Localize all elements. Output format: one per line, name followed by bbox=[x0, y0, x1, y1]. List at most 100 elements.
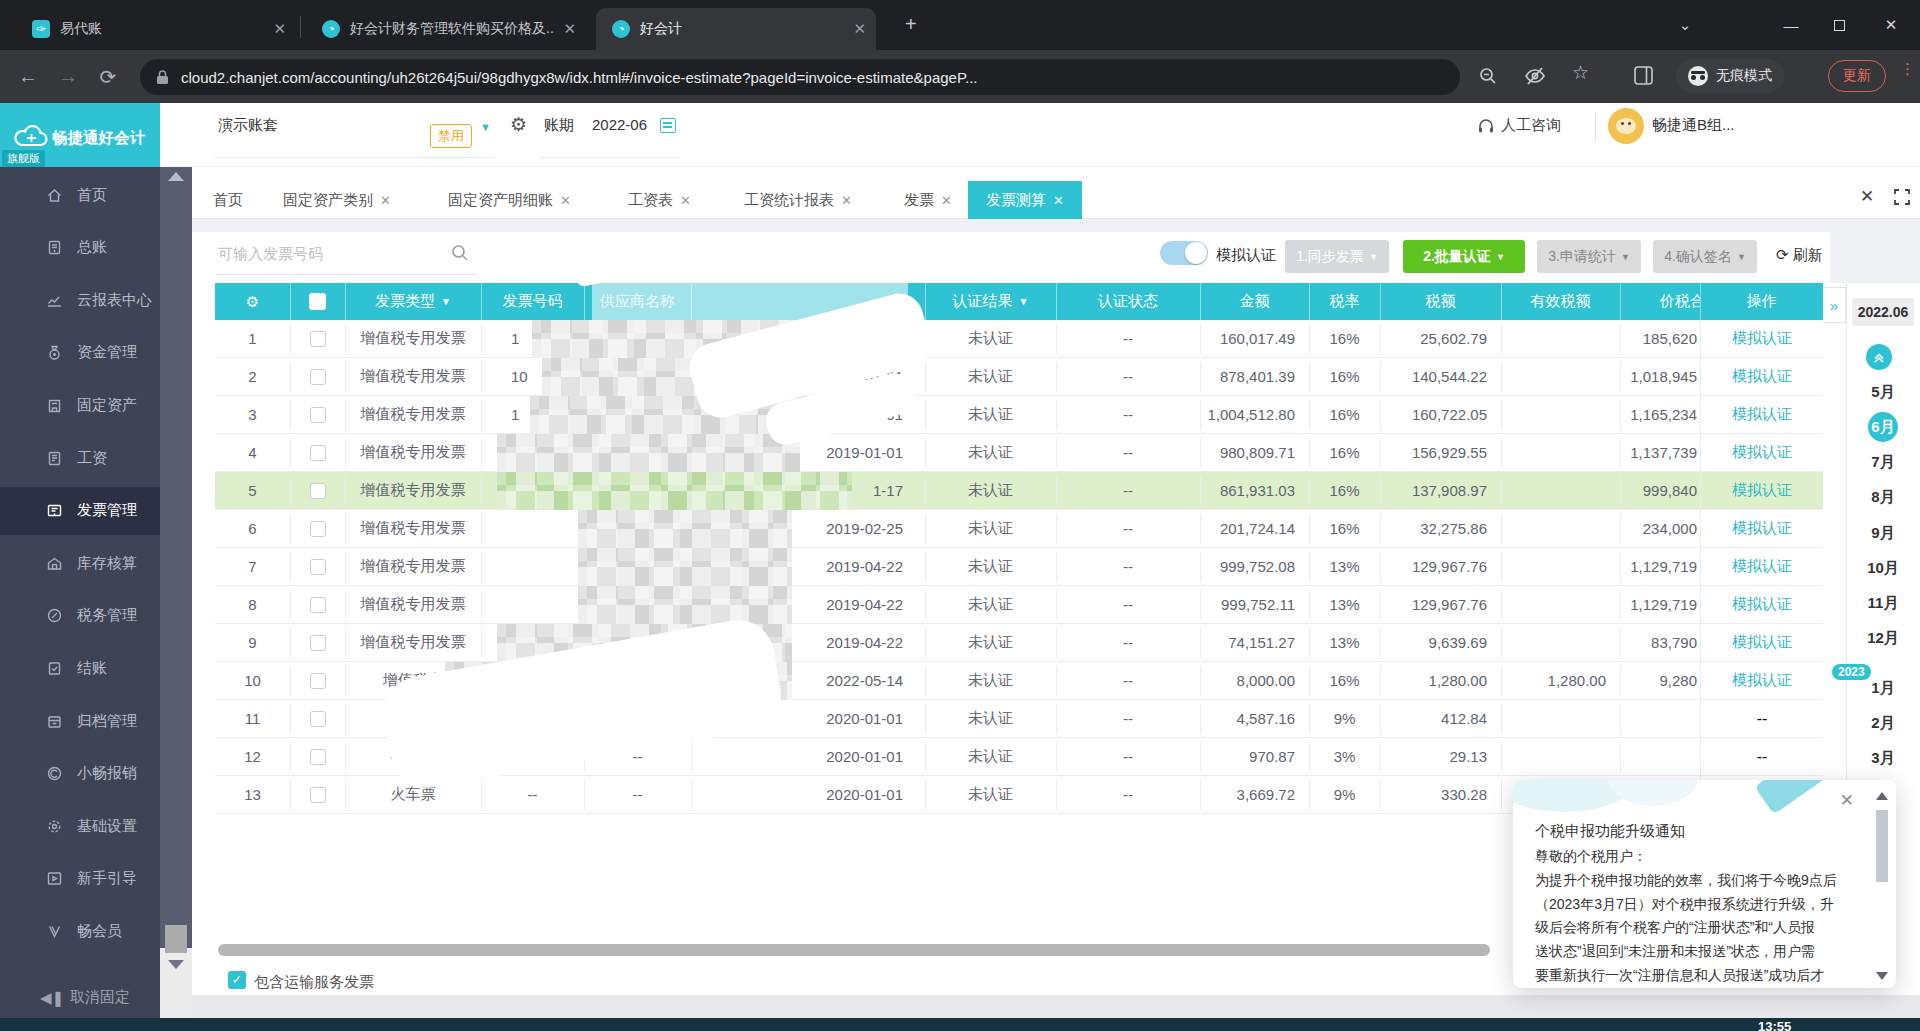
account-dropdown-caret[interactable]: ▼ bbox=[480, 121, 491, 133]
sidebar-item-10[interactable]: 结账 bbox=[0, 644, 160, 692]
row-checkbox[interactable] bbox=[310, 445, 326, 461]
zoom-icon[interactable] bbox=[1478, 66, 1498, 86]
simulate-toggle[interactable] bbox=[1160, 241, 1208, 265]
invoice-search-input[interactable]: 可输入发票号码 bbox=[218, 245, 323, 264]
sidebar-item-8[interactable]: 库存核算 bbox=[0, 539, 160, 587]
row-checkbox[interactable] bbox=[310, 749, 326, 765]
window-restore-button[interactable] bbox=[1816, 0, 1862, 50]
tab-工资表[interactable]: 工资表✕ bbox=[628, 181, 691, 219]
sidebar-item-1[interactable]: 首页 bbox=[0, 171, 160, 219]
support-link[interactable]: 人工咨询 bbox=[1477, 116, 1561, 135]
forward-icon[interactable]: → bbox=[48, 65, 88, 88]
simulate-auth-link[interactable]: 模拟认证 bbox=[1732, 557, 1792, 576]
simulate-auth-link[interactable]: 模拟认证 bbox=[1732, 329, 1792, 348]
sidebar-item-14[interactable]: 新手引导 bbox=[0, 855, 160, 903]
reload-icon[interactable]: ⟳ bbox=[88, 65, 128, 89]
simulate-auth-link[interactable]: 模拟认证 bbox=[1732, 595, 1792, 614]
popup-scrollbar-thumb[interactable] bbox=[1876, 810, 1888, 882]
unpin-button[interactable]: ◀❚取消固定 bbox=[40, 988, 130, 1007]
current-period[interactable]: 2022.06 bbox=[1852, 298, 1914, 326]
month-item-3月[interactable]: 3月 bbox=[1846, 743, 1920, 773]
month-item-10月[interactable]: 10月 bbox=[1846, 553, 1920, 583]
user-name[interactable]: 畅捷通B组... bbox=[1652, 116, 1735, 135]
row-checkbox[interactable] bbox=[310, 331, 326, 347]
month-item-9月[interactable]: 9月 bbox=[1846, 518, 1920, 548]
sidebar-item-7[interactable]: 发票管理 bbox=[0, 487, 160, 535]
refresh-button[interactable]: ⟳ 刷新 bbox=[1776, 246, 1823, 265]
scrollbar-thumb[interactable] bbox=[165, 925, 187, 953]
simulate-auth-link[interactable]: 模拟认证 bbox=[1732, 671, 1792, 690]
simulate-auth-link[interactable]: 模拟认证 bbox=[1732, 443, 1792, 462]
chrome-menu-chevron[interactable]: ⌄ bbox=[1662, 0, 1708, 50]
window-close-button[interactable]: ✕ bbox=[1868, 0, 1914, 50]
table-settings-gear-icon[interactable]: ⚙ bbox=[215, 283, 290, 320]
browser-tab[interactable]: ◔好会计✕ bbox=[596, 8, 876, 50]
side-panel-icon[interactable] bbox=[1634, 66, 1653, 85]
browser-tab[interactable]: ◔好会计财务管理软件购买价格及...✕ bbox=[306, 8, 586, 50]
close-all-tabs-icon[interactable]: ✕ bbox=[1860, 186, 1874, 207]
column-header[interactable]: 发票类型▼ bbox=[345, 283, 481, 320]
account-set-label[interactable]: 演示账套 bbox=[218, 116, 278, 135]
popup-close-icon[interactable]: ✕ bbox=[1840, 790, 1854, 811]
expand-panel-button[interactable]: » bbox=[1822, 287, 1846, 323]
eye-blocked-icon[interactable] bbox=[1524, 66, 1546, 86]
month-item-6月[interactable]: 6月 bbox=[1846, 412, 1920, 442]
tab-close-icon[interactable]: ✕ bbox=[1053, 193, 1064, 208]
popup-scroll-up-icon[interactable] bbox=[1876, 792, 1888, 800]
tab-发票[interactable]: 发票✕ bbox=[904, 181, 952, 219]
sidebar-scrollbar[interactable] bbox=[160, 167, 192, 1018]
sidebar-item-9[interactable]: 税务管理 bbox=[0, 592, 160, 640]
month-item-8月[interactable]: 8月 bbox=[1846, 482, 1920, 512]
tab-close-icon[interactable]: ✕ bbox=[560, 193, 571, 208]
simulate-auth-link[interactable]: 模拟认证 bbox=[1732, 519, 1792, 538]
search-icon[interactable] bbox=[450, 243, 470, 263]
row-checkbox[interactable] bbox=[310, 597, 326, 613]
tab-工资统计报表[interactable]: 工资统计报表✕ bbox=[744, 181, 852, 219]
tab-close-icon[interactable]: ✕ bbox=[380, 193, 391, 208]
scroll-down-icon[interactable] bbox=[168, 960, 184, 969]
row-checkbox[interactable] bbox=[310, 635, 326, 651]
sidebar-item-4[interactable]: 资金管理 bbox=[0, 329, 160, 377]
bookmark-star-icon[interactable]: ☆ bbox=[1572, 61, 1589, 84]
toolbar-button-3[interactable]: 3.申请统计▼ bbox=[1537, 240, 1641, 273]
simulate-auth-link[interactable]: 模拟认证 bbox=[1732, 367, 1792, 386]
include-transport-checkbox[interactable]: ✓ bbox=[228, 971, 246, 989]
back-icon[interactable]: ← bbox=[8, 65, 48, 88]
toolbar-button-4[interactable]: 4.确认签名▼ bbox=[1653, 240, 1757, 273]
new-tab-button[interactable]: + bbox=[905, 14, 917, 34]
browser-menu-dots-icon[interactable]: ⋮ bbox=[1900, 65, 1906, 72]
row-checkbox[interactable] bbox=[310, 407, 326, 423]
update-button[interactable]: 更新 bbox=[1828, 60, 1886, 92]
tab-close-icon[interactable]: ✕ bbox=[563, 20, 576, 38]
toolbar-button-1[interactable]: 1.同步发票▼ bbox=[1285, 240, 1389, 273]
month-item-11月[interactable]: 11月 bbox=[1846, 588, 1920, 618]
tab-固定资产明细账[interactable]: 固定资产明细账✕ bbox=[448, 181, 571, 219]
calendar-icon[interactable] bbox=[660, 118, 676, 133]
simulate-auth-link[interactable]: 模拟认证 bbox=[1732, 481, 1792, 500]
select-all-checkbox[interactable] bbox=[290, 283, 345, 320]
tab-首页[interactable]: 首页 bbox=[213, 181, 243, 219]
tab-固定资产类别[interactable]: 固定资产类别✕ bbox=[283, 181, 391, 219]
month-item-7月[interactable]: 7月 bbox=[1846, 447, 1920, 477]
month-item-12月[interactable]: 12月 bbox=[1846, 623, 1920, 653]
url-field[interactable]: cloud2.chanjet.com/accounting/uh26t264j5… bbox=[140, 59, 1460, 95]
browser-tab[interactable]: ✑易代账✕ bbox=[16, 8, 296, 50]
settings-gear-icon[interactable]: ⚙ bbox=[510, 113, 527, 136]
toolbar-button-2[interactable]: 2.批量认证▼ bbox=[1403, 240, 1525, 273]
tab-close-icon[interactable]: ✕ bbox=[853, 20, 866, 38]
tab-close-icon[interactable]: ✕ bbox=[941, 193, 952, 208]
month-item-5月[interactable]: 5月 bbox=[1846, 377, 1920, 407]
tab-close-icon[interactable]: ✕ bbox=[273, 20, 286, 38]
tab-发票测算[interactable]: 发票测算✕ bbox=[968, 181, 1082, 219]
sidebar-item-11[interactable]: 归档管理 bbox=[0, 697, 160, 745]
row-checkbox[interactable] bbox=[310, 673, 326, 689]
sidebar-item-15[interactable]: 畅会员 bbox=[0, 907, 160, 955]
row-checkbox[interactable] bbox=[310, 559, 326, 575]
window-minimize-button[interactable]: — bbox=[1768, 0, 1814, 50]
sidebar-item-13[interactable]: 基础设置 bbox=[0, 802, 160, 850]
column-header[interactable]: 认证结果▼ bbox=[925, 283, 1056, 320]
scroll-up-icon[interactable] bbox=[168, 172, 184, 181]
row-checkbox[interactable] bbox=[310, 483, 326, 499]
sidebar-item-12[interactable]: 小畅报销 bbox=[0, 750, 160, 798]
period-scroll-up-icon[interactable] bbox=[1866, 344, 1892, 370]
